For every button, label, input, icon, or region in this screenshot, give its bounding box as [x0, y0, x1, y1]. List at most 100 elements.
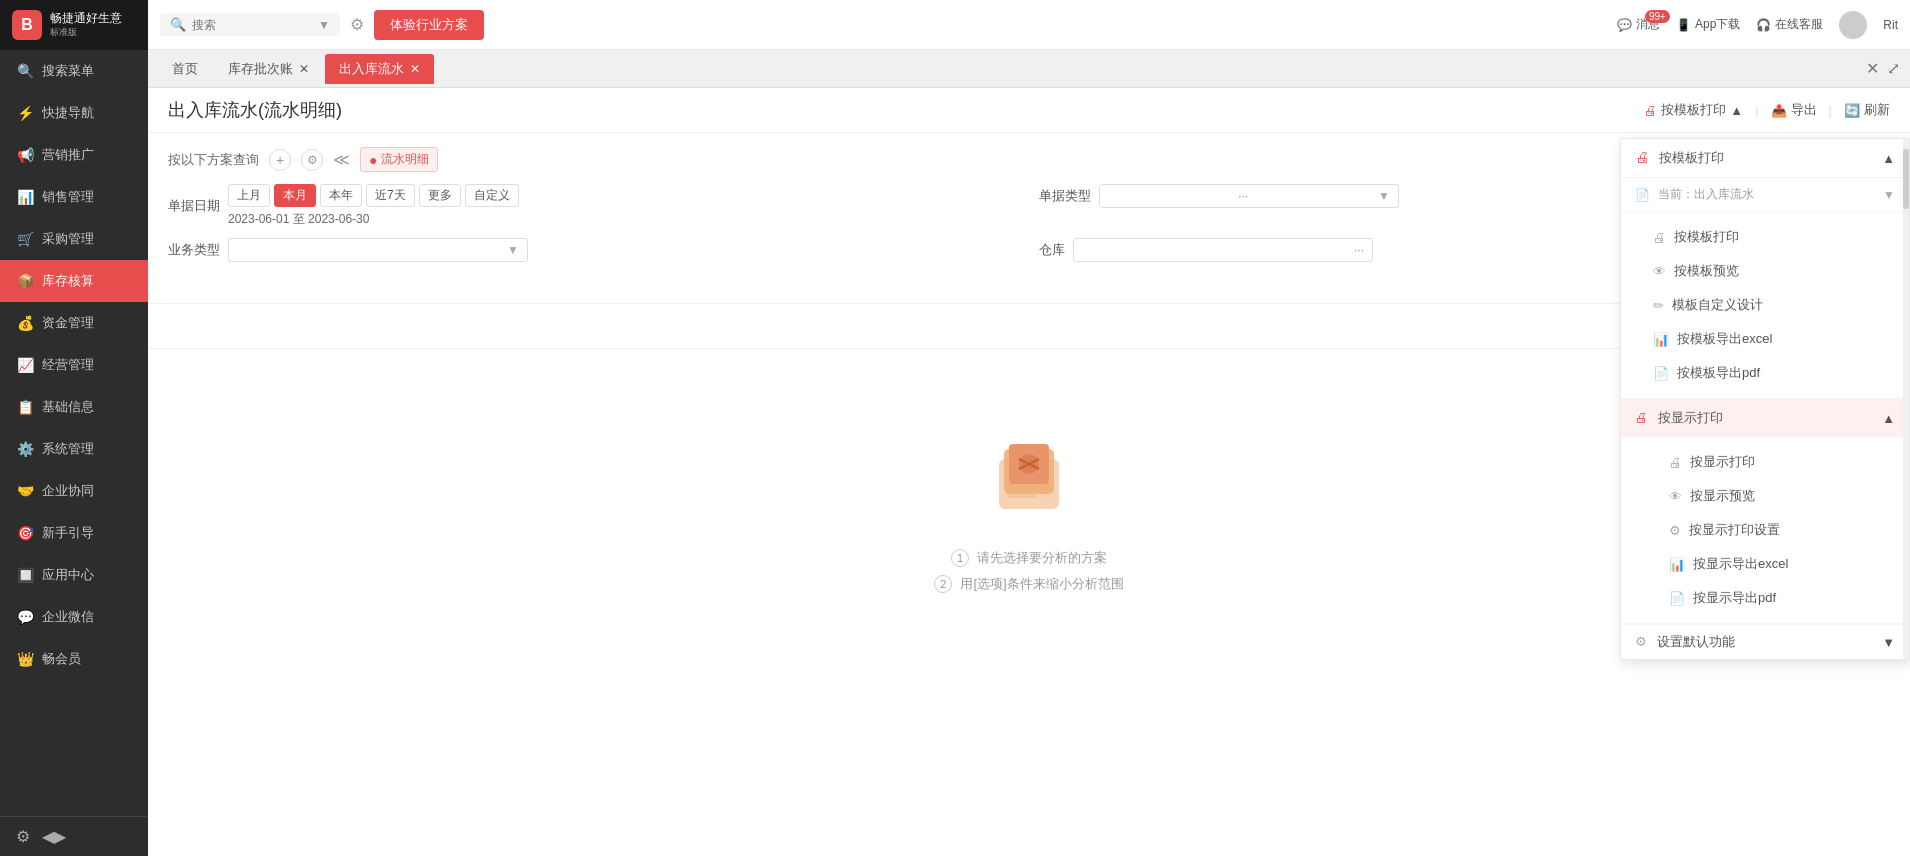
shortcut-icon: ⚡ [16, 105, 34, 121]
search-icon: 🔍 [170, 17, 186, 32]
app-label: App下载 [1695, 16, 1740, 33]
tab-label-home: 首页 [172, 60, 198, 78]
display-print-icon: 🖨 [1635, 410, 1648, 425]
tab-close-flow[interactable]: ✕ [410, 62, 420, 76]
page-actions: 🖨 按模板打印 ▲ | 📤 导出 | 🔄 刷新 [1644, 101, 1890, 119]
app-logo: B 畅捷通好生意 标准版 [0, 0, 148, 50]
sidebar-item-inventory[interactable]: 📦 库存核算 [0, 260, 148, 302]
sidebar-nav: 🔍 搜索菜单 ⚡ 快捷导航 📢 营销推广 📊 销售管理 🛒 采购管理 📦 库存核… [0, 50, 148, 816]
pdf-item-icon: 📄 [1653, 366, 1669, 381]
sidebar-item-guide[interactable]: 🎯 新手引导 [0, 512, 148, 554]
date-option-更多[interactable]: 更多 [419, 184, 461, 207]
sidebar-item-finance[interactable]: 💰 资金管理 [0, 302, 148, 344]
expand-tab-icon[interactable]: ⤢ [1887, 59, 1900, 78]
sidebar-item-label-guide: 新手引导 [42, 524, 94, 542]
dropdown-item-template-print[interactable]: 🖨 按模板打印 [1621, 220, 1909, 254]
warehouse-select[interactable]: ··· [1073, 238, 1373, 262]
topbar-search-box[interactable]: 🔍 ▼ [160, 13, 340, 36]
close-tab-icon[interactable]: ✕ [1866, 59, 1879, 78]
sidebar-item-label-search: 搜索菜单 [42, 62, 94, 80]
dropdown-header-title: 按模板打印 [1659, 150, 1724, 165]
search-dropdown-icon[interactable]: ▼ [318, 18, 330, 32]
sidebar-item-basic[interactable]: 📋 基础信息 [0, 386, 148, 428]
date-option-本月[interactable]: 本月 [274, 184, 316, 207]
filter-add-btn[interactable]: + [269, 149, 291, 171]
sidebar-item-cooperation[interactable]: 🤝 企业协同 [0, 470, 148, 512]
filter-settings-btn[interactable]: ⚙ [301, 149, 323, 171]
sidebar-item-apps[interactable]: 🔲 应用中心 [0, 554, 148, 596]
username[interactable]: Rit [1883, 18, 1898, 32]
dropdown-item-display-excel[interactable]: 📊 按显示导出excel [1621, 547, 1909, 581]
biz-type-select[interactable]: ▼ [228, 238, 528, 262]
service-btn[interactable]: 🎧 在线客服 [1756, 16, 1823, 33]
dropdown-item-template-custom[interactable]: ✏ 模板自定义设计 [1621, 288, 1909, 322]
disp-settings-icon: ⚙ [1669, 523, 1681, 538]
display-print-toggle[interactable]: 🖨 按显示打印 ▲ [1621, 399, 1909, 437]
dropdown-item-display-preview[interactable]: 👁 按显示预览 [1621, 479, 1909, 513]
step-2-text: 用[选项]条件来缩小分析范围 [960, 575, 1123, 593]
sidebar-item-operation[interactable]: 📈 经营管理 [0, 344, 148, 386]
dropdown-item-template-pdf[interactable]: 📄 按模板导出pdf [1621, 356, 1909, 390]
date-option-上月[interactable]: 上月 [228, 184, 270, 207]
date-option-自定义[interactable]: 自定义 [465, 184, 519, 207]
sidebar-item-search[interactable]: 🔍 搜索菜单 [0, 50, 148, 92]
dropdown-header[interactable]: 🖨 按模板打印 ▲ [1621, 139, 1909, 178]
sidebar-item-label-wechat: 企业微信 [42, 608, 94, 626]
print-btn[interactable]: 🖨 按模板打印 ▲ [1644, 101, 1743, 119]
tab-flow[interactable]: 出入库流水✕ [325, 54, 434, 84]
dropdown-item-label: 按模板导出pdf [1677, 364, 1760, 382]
member-icon: 👑 [16, 651, 34, 667]
dropdown-item-display-print[interactable]: 🖨 按显示打印 [1621, 445, 1909, 479]
sidebar-item-sales[interactable]: 📊 销售管理 [0, 176, 148, 218]
dropdown-item-display-settings[interactable]: ⚙ 按显示打印设置 [1621, 513, 1909, 547]
dropdown-item-label: 按模板打印 [1674, 228, 1739, 246]
msg-btn[interactable]: 💬 消息 99+ [1617, 16, 1660, 33]
svg-rect-6 [1007, 484, 1051, 490]
topbar-gear-icon[interactable]: ⚙ [350, 15, 364, 34]
app-download-btn[interactable]: 📱 App下载 [1676, 16, 1740, 33]
export-btn[interactable]: 📤 导出 [1771, 101, 1817, 119]
dropdown-item-label: 按模板导出excel [1677, 330, 1772, 348]
service-icon: 🎧 [1756, 18, 1771, 32]
doc-type-label: 单据类型 [1039, 187, 1091, 205]
operation-icon: 📈 [16, 357, 34, 373]
dropdown-scrollbar[interactable] [1903, 139, 1909, 659]
sidebar-item-member[interactable]: 👑 畅会员 [0, 638, 148, 680]
sidebar-item-wechat[interactable]: 💬 企业微信 [0, 596, 148, 638]
logo-text: 畅捷通好生意 [50, 11, 122, 27]
basic-icon: 📋 [16, 399, 34, 415]
sidebar-item-marketing[interactable]: 📢 营销推广 [0, 134, 148, 176]
dropdown-item-template-preview[interactable]: 👁 按模板预览 [1621, 254, 1909, 288]
search-input[interactable] [192, 18, 312, 32]
apps-icon: 🔲 [16, 567, 34, 583]
sidebar-item-shortcut[interactable]: ⚡ 快捷导航 [0, 92, 148, 134]
filter-collapse-icon[interactable]: ≪ [333, 150, 350, 169]
tab-home[interactable]: 首页 [158, 54, 212, 84]
dropdown-template-icon: 📄 [1635, 188, 1650, 202]
settings-icon[interactable]: ⚙ [16, 827, 30, 846]
tab-batch[interactable]: 库存批次账✕ [214, 54, 323, 84]
user-avatar[interactable] [1839, 11, 1867, 39]
dropdown-footer[interactable]: ⚙ 设置默认功能 ▼ [1621, 624, 1909, 659]
dropdown-item-display-pdf[interactable]: 📄 按显示导出pdf [1621, 581, 1909, 615]
refresh-btn[interactable]: 🔄 刷新 [1844, 101, 1890, 119]
doc-type-select[interactable]: ··· ▼ [1099, 184, 1399, 208]
sidebar-item-purchase[interactable]: 🛒 采购管理 [0, 218, 148, 260]
date-option-本年[interactable]: 本年 [320, 184, 362, 207]
sidebar-item-label-member: 畅会员 [42, 650, 81, 668]
date-option-近7天[interactable]: 近7天 [366, 184, 415, 207]
trial-btn[interactable]: 体验行业方案 [374, 10, 484, 40]
dropdown-item-label: 按模板预览 [1674, 262, 1739, 280]
dropdown-item-label: 模板自定义设计 [1672, 296, 1763, 314]
dropdown-current-label: 当前：出入库流水 [1658, 186, 1754, 203]
page-title: 出入库流水(流水明细) [168, 98, 342, 122]
service-label: 在线客服 [1775, 16, 1823, 33]
tab-close-batch[interactable]: ✕ [299, 62, 309, 76]
template-print-section: 🖨 按模板打印 👁 按模板预览 ✏ 模板自定义设计 📊 按模板导出excel 📄 [1621, 212, 1909, 399]
page-header: 出入库流水(流水明细) 🖨 按模板打印 ▲ | 📤 导出 | 🔄 刷新 [148, 88, 1910, 133]
custom-item-icon: ✏ [1653, 298, 1664, 313]
sidebar-item-system[interactable]: ⚙️ 系统管理 [0, 428, 148, 470]
print-item-icon: 🖨 [1653, 230, 1666, 245]
collapse-icon[interactable]: ◀▶ [42, 827, 66, 846]
dropdown-item-template-excel[interactable]: 📊 按模板导出excel [1621, 322, 1909, 356]
